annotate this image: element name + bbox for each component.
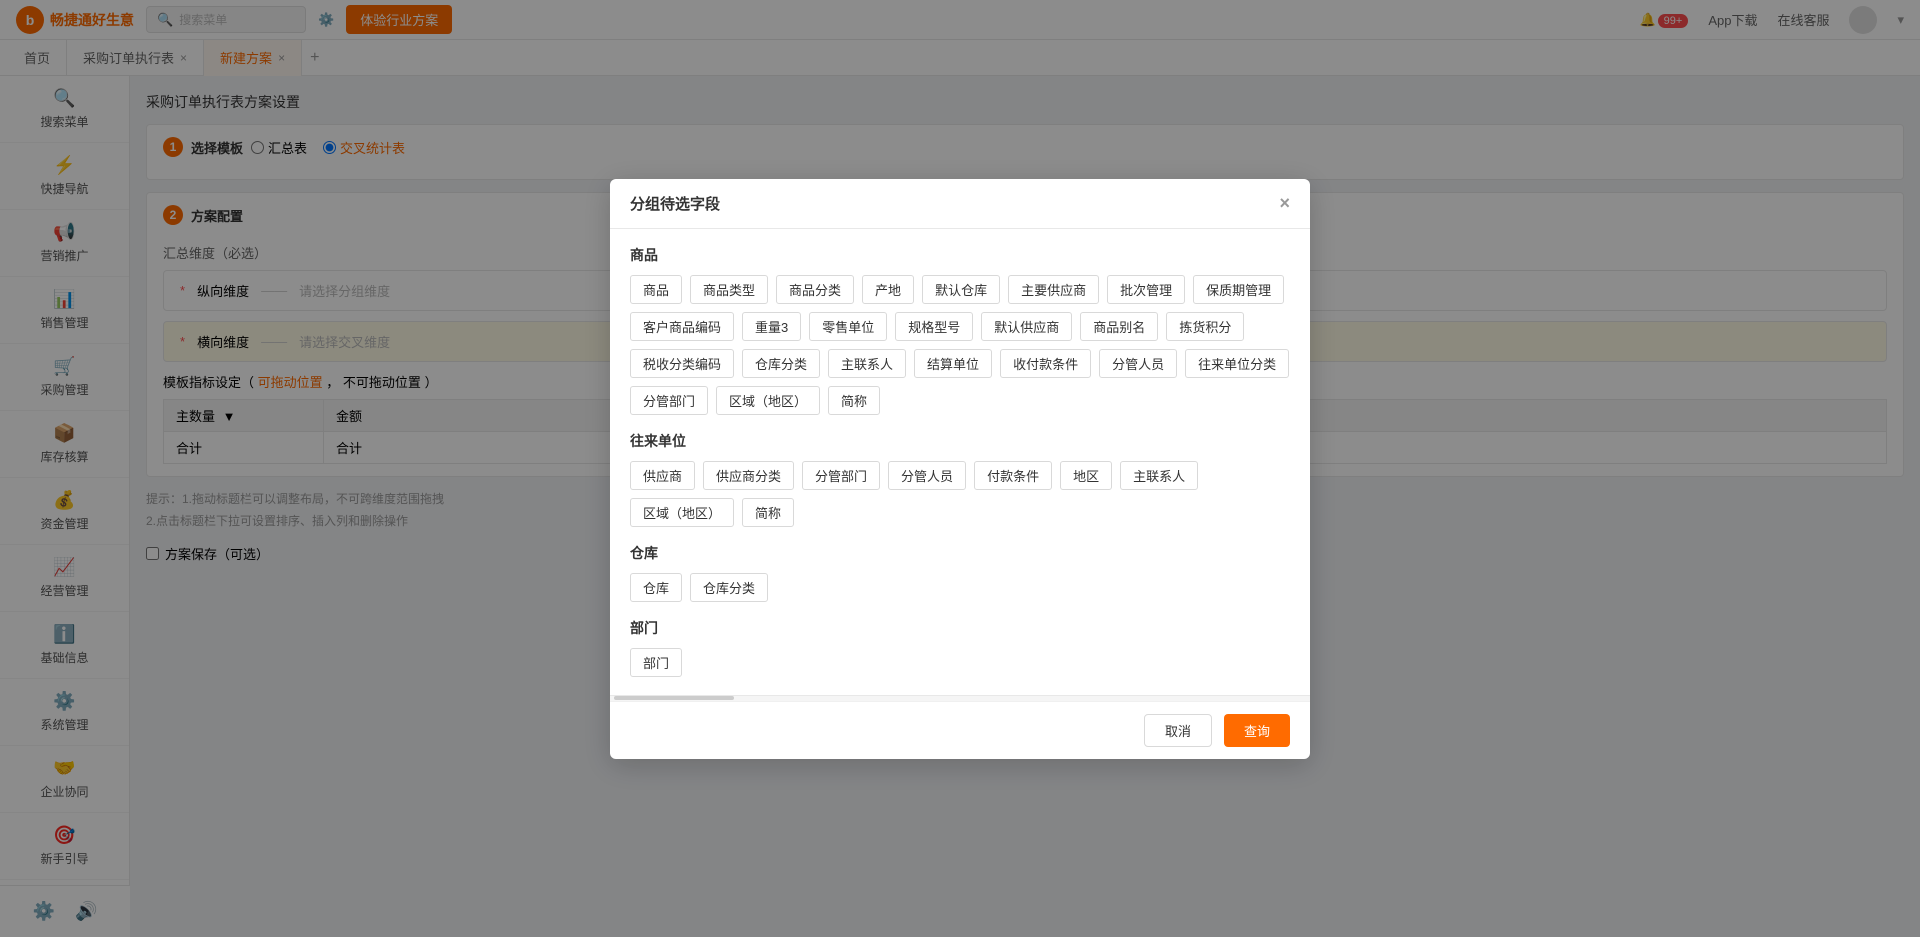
field-group-product: 商品 商品 商品类型 商品分类 产地 默认仓库 主要供应商 批次管理 保质期管理…: [630, 245, 1290, 415]
modal-close-btn[interactable]: ×: [1279, 193, 1290, 214]
product-group-title: 商品: [630, 245, 1290, 265]
counterpart-group-title: 往来单位: [630, 431, 1290, 451]
field-shelf-life[interactable]: 保质期管理: [1193, 275, 1284, 304]
field-pick-points[interactable]: 拣货积分: [1166, 312, 1244, 341]
field-group-dept: 部门 部门: [630, 618, 1290, 677]
field-dept[interactable]: 部门: [630, 648, 682, 677]
warehouse-fields-grid: 仓库 仓库分类: [630, 573, 1290, 602]
field-retail-unit[interactable]: 零售单位: [809, 312, 887, 341]
field-origin[interactable]: 产地: [862, 275, 914, 304]
field-weight3[interactable]: 重量3: [742, 312, 801, 341]
field-product-alias[interactable]: 商品别名: [1080, 312, 1158, 341]
modal-footer: 取消 查询: [610, 701, 1310, 759]
field-warehouse-cat[interactable]: 仓库分类: [690, 573, 768, 602]
field-product[interactable]: 商品: [630, 275, 682, 304]
field-default-supplier[interactable]: 默认供应商: [981, 312, 1072, 341]
field-payment-terms[interactable]: 收付款条件: [1000, 349, 1091, 378]
field-supplier[interactable]: 供应商: [630, 461, 695, 490]
modal-header: 分组待选字段 ×: [610, 179, 1310, 229]
field-payment-cond[interactable]: 付款条件: [974, 461, 1052, 490]
product-fields-grid: 商品 商品类型 商品分类 产地 默认仓库 主要供应商 批次管理 保质期管理 客户…: [630, 275, 1290, 415]
field-abbr-product[interactable]: 简称: [828, 386, 880, 415]
field-tax-code[interactable]: 税收分类编码: [630, 349, 734, 378]
field-settle-unit[interactable]: 结算单位: [914, 349, 992, 378]
warehouse-group-title: 仓库: [630, 543, 1290, 563]
modal-body: 商品 商品 商品类型 商品分类 产地 默认仓库 主要供应商 批次管理 保质期管理…: [610, 229, 1310, 695]
field-admin-dept[interactable]: 分管部门: [630, 386, 708, 415]
field-abbr-counter[interactable]: 简称: [742, 498, 794, 527]
dept-group-title: 部门: [630, 618, 1290, 638]
modal: 分组待选字段 × 商品 商品 商品类型 商品分类 产地 默认仓库 主要供应商 批…: [610, 179, 1310, 759]
field-product-category[interactable]: 商品分类: [776, 275, 854, 304]
field-admin-dept2[interactable]: 分管部门: [802, 461, 880, 490]
field-warehouse[interactable]: 仓库: [630, 573, 682, 602]
field-batch-manage[interactable]: 批次管理: [1107, 275, 1185, 304]
field-admin-staff2[interactable]: 分管人员: [888, 461, 966, 490]
dept-fields-grid: 部门: [630, 648, 1290, 677]
cancel-button[interactable]: 取消: [1144, 714, 1212, 747]
field-default-warehouse[interactable]: 默认仓库: [922, 275, 1000, 304]
field-region-product[interactable]: 区域（地区）: [716, 386, 820, 415]
field-spec-model[interactable]: 规格型号: [895, 312, 973, 341]
field-main-supplier[interactable]: 主要供应商: [1008, 275, 1099, 304]
field-main-contact2[interactable]: 主联系人: [1120, 461, 1198, 490]
field-warehouse-category[interactable]: 仓库分类: [742, 349, 820, 378]
counterpart-fields-grid: 供应商 供应商分类 分管部门 分管人员 付款条件 地区 主联系人 区域（地区） …: [630, 461, 1290, 527]
field-counterpart-category[interactable]: 往来单位分类: [1185, 349, 1289, 378]
field-customer-code[interactable]: 客户商品编码: [630, 312, 734, 341]
field-product-type[interactable]: 商品类型: [690, 275, 768, 304]
field-admin-staff[interactable]: 分管人员: [1099, 349, 1177, 378]
field-supplier-category[interactable]: 供应商分类: [703, 461, 794, 490]
field-main-contact[interactable]: 主联系人: [828, 349, 906, 378]
field-region-counter[interactable]: 地区: [1060, 461, 1112, 490]
overlay: 分组待选字段 × 商品 商品 商品类型 商品分类 产地 默认仓库 主要供应商 批…: [0, 0, 1920, 937]
field-group-warehouse: 仓库 仓库 仓库分类: [630, 543, 1290, 602]
field-group-counterpart: 往来单位 供应商 供应商分类 分管部门 分管人员 付款条件 地区 主联系人 区域…: [630, 431, 1290, 527]
modal-title: 分组待选字段: [630, 193, 720, 214]
confirm-button[interactable]: 查询: [1224, 714, 1290, 747]
field-region-counter2[interactable]: 区域（地区）: [630, 498, 734, 527]
